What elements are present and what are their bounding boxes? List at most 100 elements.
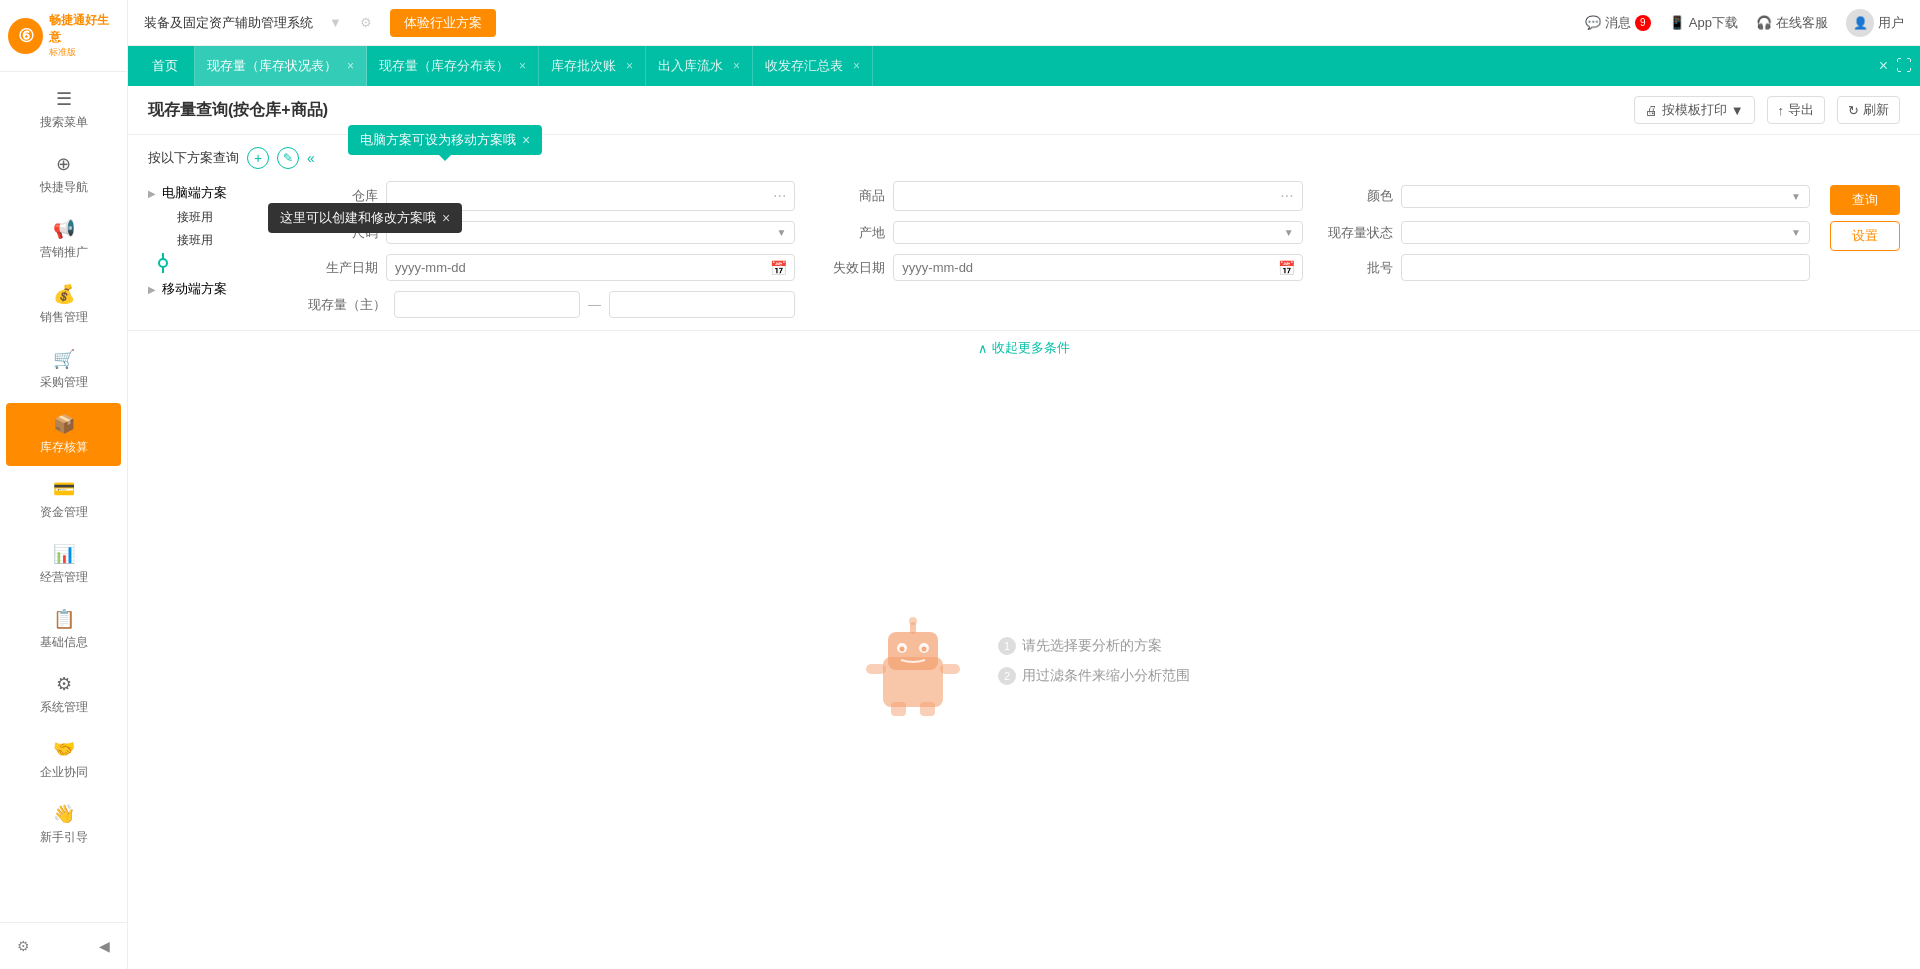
origin-select[interactable]: ▼ <box>893 221 1302 244</box>
exp-date-text-input[interactable] <box>893 254 1302 281</box>
sidebar-item-inventory[interactable]: 📦 库存核算 <box>6 403 121 466</box>
message-icon-item[interactable]: 💬 消息 9 <box>1585 14 1651 32</box>
filter-add-btn[interactable]: + <box>247 147 269 169</box>
prod-date-input[interactable]: 📅 <box>386 254 795 281</box>
scheme-panel: ▶ 电脑端方案 ● 接班用 ● 接班用 <box>148 181 288 318</box>
tab-bar-right: × ⛶ <box>1879 57 1912 75</box>
collapse-sidebar-btn[interactable]: ◀ <box>89 931 119 961</box>
system-icon: ⚙ <box>56 673 72 695</box>
tab-summary[interactable]: 收发存汇总表 × <box>753 46 873 86</box>
export-icon: ↑ <box>1778 103 1785 118</box>
tab-bar: 首页 现存量（库存状况表） × 现存量（库存分布表） × 库存批次账 × 出入库… <box>128 46 1920 86</box>
dropdown-icon: ▼ <box>1731 103 1744 118</box>
tab-inventory-status[interactable]: 现存量（库存状况表） × <box>195 46 367 86</box>
svg-point-5 <box>922 647 927 652</box>
connector-dot <box>158 258 168 268</box>
empty-tip1: 1 请先选择要分析的方案 <box>998 637 1190 655</box>
tooltip-create-scheme: 这里可以创建和修改方案哦 × <box>268 203 462 233</box>
sidebar-item-enterprise[interactable]: 🤝 企业协同 <box>6 728 121 791</box>
page-actions: 🖨 按模板打印 ▼ ↑ 导出 ↻ 刷新 <box>1634 96 1900 124</box>
filter-fields: 仓库 ··· 商品 ··· <box>308 181 1810 318</box>
refresh-btn[interactable]: ↻ 刷新 <box>1837 96 1900 124</box>
scheme-pc-arrow: ▶ <box>148 188 156 199</box>
tab-close-4[interactable]: × <box>853 59 860 73</box>
scheme-mobile-item[interactable]: ▶ 移动端方案 <box>148 277 288 301</box>
prod-date-field: 生产日期 📅 <box>308 254 795 281</box>
stock-main-to-input[interactable] <box>609 291 795 318</box>
experience-btn[interactable]: 体验行业方案 <box>390 9 496 37</box>
top-header: 装备及固定资产辅助管理系统 ▼ ⚙ 体验行业方案 💬 消息 9 📱 App下载 … <box>128 0 1920 46</box>
app-download-item[interactable]: 📱 App下载 <box>1669 14 1738 32</box>
filter-row4: 现存量（主） — <box>308 291 1810 318</box>
sidebar-item-operations[interactable]: 📊 经营管理 <box>6 533 121 596</box>
tooltip2-close[interactable]: × <box>442 210 450 226</box>
svg-rect-6 <box>891 702 906 716</box>
svg-rect-7 <box>920 702 935 716</box>
product-more[interactable]: ··· <box>1280 187 1293 205</box>
stock-status-select[interactable]: ▼ <box>1401 221 1810 244</box>
filter-arrow-btn[interactable]: « <box>307 150 315 166</box>
sidebar-item-purchase[interactable]: 🛒 采购管理 <box>6 338 121 401</box>
template-print-btn[interactable]: 🖨 按模板打印 ▼ <box>1634 96 1755 124</box>
svg-rect-8 <box>866 664 886 674</box>
sidebar-item-system[interactable]: ⚙ 系统管理 <box>6 663 121 726</box>
batch-field: 批号 <box>1323 254 1810 281</box>
svg-point-11 <box>909 617 917 625</box>
tab-close-3[interactable]: × <box>733 59 740 73</box>
tab-close-1[interactable]: × <box>519 59 526 73</box>
sidebar-item-search[interactable]: ☰ 搜索菜单 <box>6 78 121 141</box>
color-select[interactable]: ▼ <box>1401 185 1810 208</box>
empty-tip2: 2 用过滤条件来缩小分析范围 <box>998 667 1190 685</box>
tab-fullscreen[interactable]: ⛶ <box>1896 57 1912 75</box>
filter-area: 电脑方案可设为移动方案哦 × 按以下方案查询 + ✎ « 这里可以创建和修改方案… <box>128 135 1920 330</box>
user-item[interactable]: 👤 用户 <box>1846 9 1904 37</box>
scheme-pc-item[interactable]: ▶ 电脑端方案 <box>148 181 288 205</box>
sidebar-item-newbie[interactable]: 👋 新手引导 <box>6 793 121 856</box>
exp-date-input[interactable]: 📅 <box>893 254 1302 281</box>
prod-date-text-input[interactable] <box>386 254 795 281</box>
tab-close-0[interactable]: × <box>347 59 354 73</box>
sidebar-item-finance[interactable]: 💳 资金管理 <box>6 468 121 531</box>
online-support-item[interactable]: 🎧 在线客服 <box>1756 14 1828 32</box>
reset-btn[interactable]: 设置 <box>1830 221 1900 251</box>
tab-close-2[interactable]: × <box>626 59 633 73</box>
finance-icon: 💳 <box>53 478 75 500</box>
empty-state: 1 请先选择要分析的方案 2 用过滤条件来缩小分析范围 <box>128 365 1920 969</box>
phone-icon: 📱 <box>1669 15 1685 30</box>
exp-date-field: 失效日期 📅 <box>815 254 1302 281</box>
scheme-sub-item2[interactable]: ● 接班用 <box>164 230 288 251</box>
tab-inventory-dist[interactable]: 现存量（库存分布表） × <box>367 46 539 86</box>
batch-input[interactable] <box>1401 254 1810 281</box>
stock-main-from-input[interactable] <box>394 291 580 318</box>
svg-point-4 <box>900 647 905 652</box>
sidebar-item-guide[interactable]: ⊕ 快捷导航 <box>6 143 121 206</box>
stock-main-field: 现存量（主） — <box>308 291 795 318</box>
export-btn[interactable]: ↑ 导出 <box>1767 96 1826 124</box>
basic-icon: 📋 <box>53 608 75 630</box>
collapse-up-icon: ∧ <box>978 341 988 356</box>
sidebar-item-marketing[interactable]: 📢 营销推广 <box>6 208 121 271</box>
warehouse-more[interactable]: ··· <box>773 187 786 205</box>
filter-row3: 生产日期 📅 失效日期 📅 <box>308 254 1810 281</box>
tab-batch-ledger[interactable]: 库存批次账 × <box>539 46 646 86</box>
content-area: 现存量查询(按仓库+商品) 🖨 按模板打印 ▼ ↑ 导出 ↻ 刷新 <box>128 86 1920 969</box>
logo-icon: ⑥ <box>8 18 43 54</box>
settings-btn[interactable]: ⚙ <box>8 931 38 961</box>
main-area: 装备及固定资产辅助管理系统 ▼ ⚙ 体验行业方案 💬 消息 9 📱 App下载 … <box>128 0 1920 969</box>
search-btn[interactable]: 查询 <box>1830 185 1900 215</box>
scheme-mobile-arrow: ▶ <box>148 284 156 295</box>
collapse-bar[interactable]: ∧ 收起更多条件 <box>128 330 1920 365</box>
tooltip1-close[interactable]: × <box>522 132 530 148</box>
tab-flow[interactable]: 出入库流水 × <box>646 46 753 86</box>
filter-row2: 尺码 ▼ 产地 ▼ <box>308 221 1810 244</box>
tooltip-scheme-mobile: 电脑方案可设为移动方案哦 × <box>348 125 542 155</box>
svg-rect-9 <box>940 664 960 674</box>
tab-close-all[interactable]: × <box>1879 57 1888 75</box>
sidebar-item-basic[interactable]: 📋 基础信息 <box>6 598 121 661</box>
product-input[interactable]: ··· <box>893 181 1302 211</box>
sidebar-item-sales[interactable]: 💰 销售管理 <box>6 273 121 336</box>
tab-home[interactable]: 首页 <box>136 46 195 86</box>
filter-edit-btn[interactable]: ✎ <box>277 147 299 169</box>
filter-body: ▶ 电脑端方案 ● 接班用 ● 接班用 <box>148 181 1900 318</box>
guide-icon: ⊕ <box>56 153 71 175</box>
